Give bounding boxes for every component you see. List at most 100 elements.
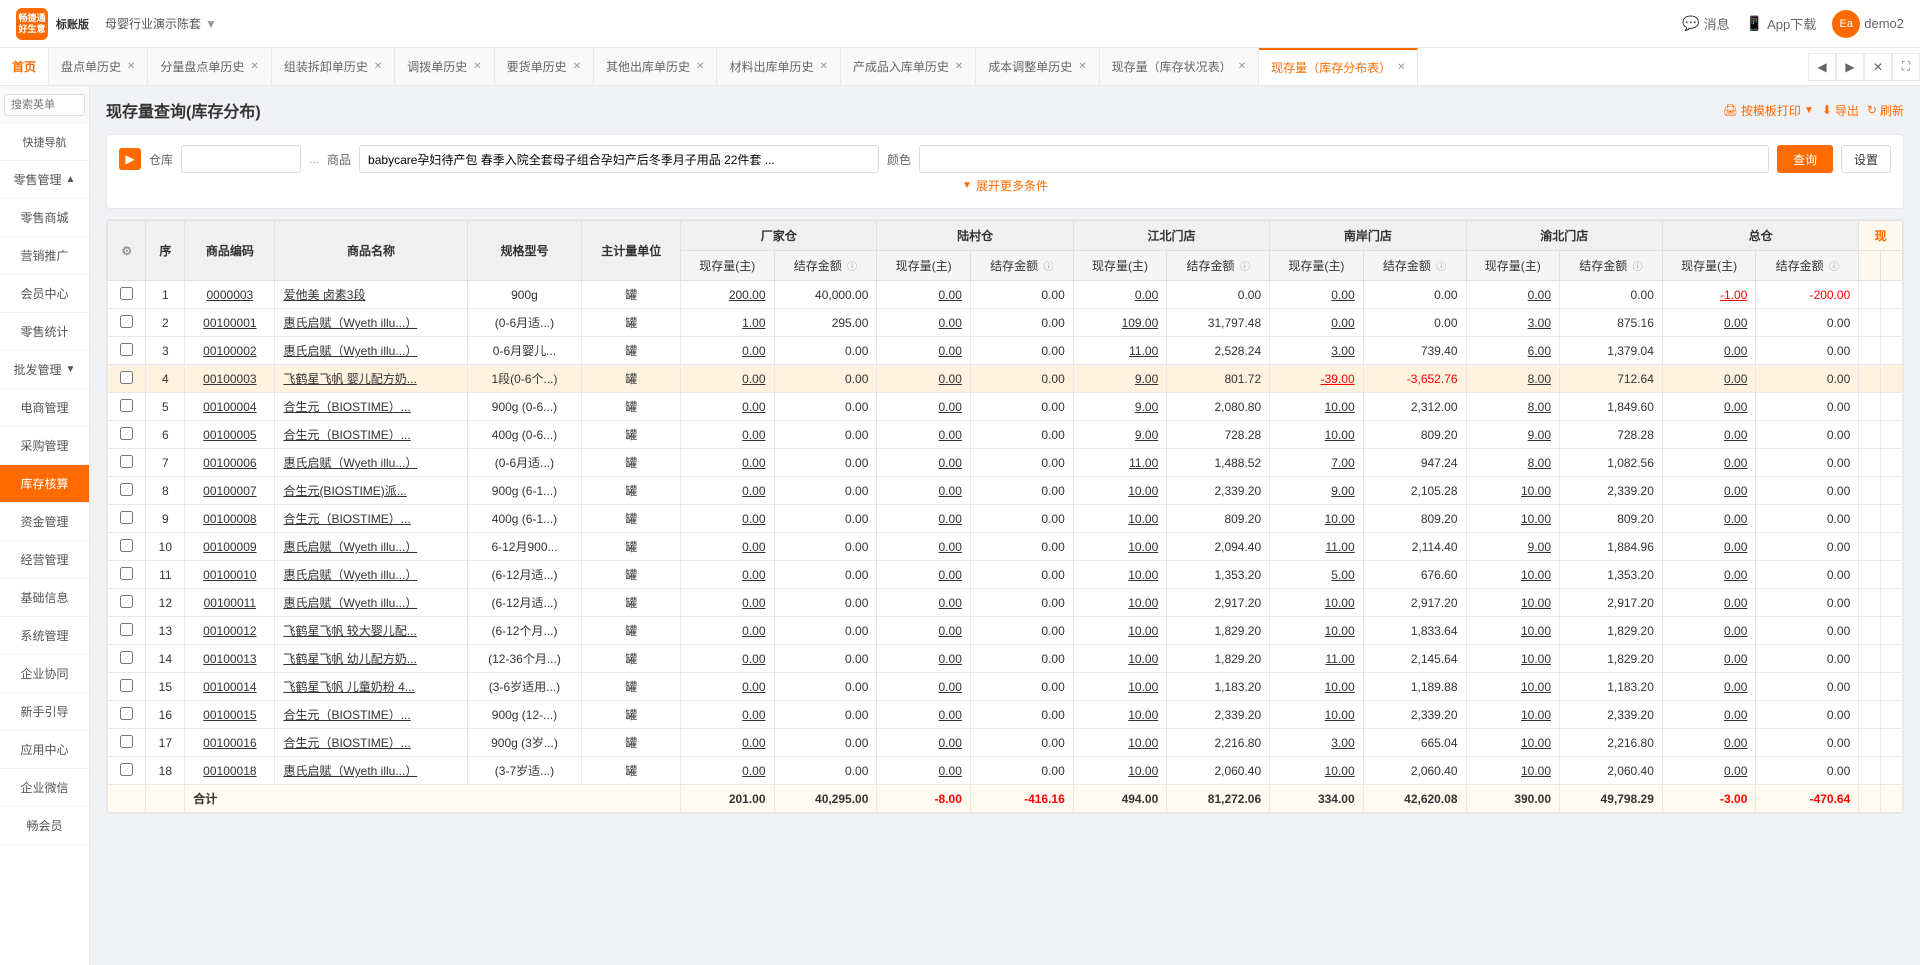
row-w5-qty[interactable]: 9.00 <box>1466 421 1559 449</box>
sidebar-item-corp[interactable]: 企业协同 <box>0 655 89 693</box>
row-w4-qty[interactable]: 10.00 <box>1270 617 1363 645</box>
row-w3-qty[interactable]: 9.00 <box>1073 421 1166 449</box>
tab-home[interactable]: 首页 <box>0 48 49 86</box>
sidebar-item-wholesale-mgmt[interactable]: 批发管理 ▼ <box>0 351 89 389</box>
row-w4-qty[interactable]: 11.00 <box>1270 533 1363 561</box>
sidebar-item-ecom[interactable]: 电商管理 <box>0 389 89 427</box>
row-name[interactable]: 爱他美 卤素3段 <box>275 281 467 309</box>
row-name[interactable]: 合生元（BIOSTIME）... <box>275 421 467 449</box>
row-name[interactable]: 合生元（BIOSTIME）... <box>275 505 467 533</box>
row-w2-qty[interactable]: 0.00 <box>877 477 970 505</box>
row-wt-qty[interactable]: 0.00 <box>1662 337 1755 365</box>
row-w5-qty[interactable]: 10.00 <box>1466 477 1559 505</box>
row-w1-qty[interactable]: 0.00 <box>681 505 774 533</box>
row-w2-qty[interactable]: 0.00 <box>877 589 970 617</box>
row-name[interactable]: 飞鹤星飞帆 幼儿配方奶... <box>275 645 467 673</box>
tab-stock-status[interactable]: 现存量（库存状况表） ✕ <box>1100 48 1259 86</box>
row-wt-qty[interactable]: 0.00 <box>1662 393 1755 421</box>
row-w3-qty[interactable]: 10.00 <box>1073 477 1166 505</box>
row-w1-qty[interactable]: 0.00 <box>681 701 774 729</box>
sidebar-item-corpwx[interactable]: 企业微信 <box>0 769 89 807</box>
row-w3-qty[interactable]: 10.00 <box>1073 505 1166 533</box>
tab-disc-hist[interactable]: 盘点单历史 ✕ <box>49 48 148 86</box>
row-wt-qty[interactable]: 0.00 <box>1662 365 1755 393</box>
tab-order-hist-close[interactable]: ✕ <box>573 61 581 72</box>
row-wt-qty[interactable]: 0.00 <box>1662 645 1755 673</box>
row-w3-qty[interactable]: 10.00 <box>1073 729 1166 757</box>
row-w5-qty[interactable]: 3.00 <box>1466 309 1559 337</box>
row-name[interactable]: 合生元（BIOSTIME）... <box>275 729 467 757</box>
row-w3-qty[interactable]: 10.00 <box>1073 617 1166 645</box>
sidebar-item-retail-mgmt[interactable]: 零售管理 ▲ <box>0 161 89 199</box>
row-w2-qty[interactable]: 0.00 <box>877 393 970 421</box>
tab-prev-btn[interactable]: ◀ <box>1808 53 1836 81</box>
row-w2-qty[interactable]: 0.00 <box>877 449 970 477</box>
row-checkbox[interactable] <box>108 449 146 477</box>
row-w2-qty[interactable]: 0.00 <box>877 505 970 533</box>
row-code[interactable]: 00100003 <box>185 365 275 393</box>
row-name[interactable]: 飞鹤星飞帆 儿童奶粉 4... <box>275 673 467 701</box>
row-w2-qty[interactable]: 0.00 <box>877 309 970 337</box>
row-checkbox[interactable] <box>108 533 146 561</box>
row-checkbox[interactable] <box>108 729 146 757</box>
row-code[interactable]: 00100004 <box>185 393 275 421</box>
tab-stock-dist-close[interactable]: ✕ <box>1397 62 1405 73</box>
sidebar-item-retail-store[interactable]: 零售商城 <box>0 199 89 237</box>
row-checkbox[interactable] <box>108 757 146 785</box>
messages-btn[interactable]: 💬 消息 <box>1682 14 1729 33</box>
row-w5-qty[interactable]: 0.00 <box>1466 281 1559 309</box>
row-code[interactable]: 00100010 <box>185 561 275 589</box>
row-name[interactable]: 惠氏启赋（Wyeth illu...） <box>275 449 467 477</box>
row-w2-qty[interactable]: 0.00 <box>877 561 970 589</box>
row-w5-qty[interactable]: 10.00 <box>1466 561 1559 589</box>
row-w3-qty[interactable]: 0.00 <box>1073 281 1166 309</box>
row-w4-qty[interactable]: 11.00 <box>1270 645 1363 673</box>
sidebar-item-retail-stats[interactable]: 零售统计 <box>0 313 89 351</box>
row-w1-qty[interactable]: 0.00 <box>681 589 774 617</box>
row-w5-qty[interactable]: 8.00 <box>1466 393 1559 421</box>
row-code[interactable]: 00100013 <box>185 645 275 673</box>
row-checkbox[interactable] <box>108 505 146 533</box>
row-checkbox[interactable] <box>108 673 146 701</box>
row-w2-qty[interactable]: 0.00 <box>877 757 970 785</box>
product-input[interactable] <box>359 145 879 173</box>
row-w5-qty[interactable]: 10.00 <box>1466 757 1559 785</box>
export-btn[interactable]: ⬇ 导出 <box>1822 102 1859 119</box>
search-input[interactable] <box>4 94 85 116</box>
row-w2-qty[interactable]: 0.00 <box>877 421 970 449</box>
tab-mat-out[interactable]: 材料出库单历史 ✕ <box>717 48 840 86</box>
row-w2-qty[interactable]: 0.00 <box>877 701 970 729</box>
row-wt-qty[interactable]: 0.00 <box>1662 533 1755 561</box>
color-input[interactable] <box>919 145 1769 173</box>
tab-prod-in[interactable]: 产成品入库单历史 ✕ <box>841 48 976 86</box>
row-w2-qty[interactable]: 0.00 <box>877 673 970 701</box>
row-checkbox[interactable] <box>108 337 146 365</box>
row-name[interactable]: 合生元(BIOSTIME)派... <box>275 477 467 505</box>
row-w3-qty[interactable]: 9.00 <box>1073 393 1166 421</box>
row-w3-qty[interactable]: 10.00 <box>1073 589 1166 617</box>
row-w1-qty[interactable]: 0.00 <box>681 365 774 393</box>
tab-cost-adj[interactable]: 成本调整单历史 ✕ <box>976 48 1099 86</box>
sidebar-item-ops[interactable]: 经营管理 <box>0 541 89 579</box>
row-code[interactable]: 00100001 <box>185 309 275 337</box>
tab-stock-status-close[interactable]: ✕ <box>1238 61 1246 72</box>
tab-trans-hist[interactable]: 调拨单历史 ✕ <box>395 48 494 86</box>
row-wt-qty[interactable]: 0.00 <box>1662 505 1755 533</box>
row-checkbox[interactable] <box>108 309 146 337</box>
row-w5-qty[interactable]: 9.00 <box>1466 533 1559 561</box>
row-w1-qty[interactable]: 200.00 <box>681 281 774 309</box>
row-code[interactable]: 00100006 <box>185 449 275 477</box>
row-w4-qty[interactable]: -39.00 <box>1270 365 1363 393</box>
row-wt-qty[interactable]: 0.00 <box>1662 729 1755 757</box>
sidebar-item-basic[interactable]: 基础信息 <box>0 579 89 617</box>
row-w4-qty[interactable]: 0.00 <box>1270 281 1363 309</box>
row-code[interactable]: 0000003 <box>185 281 275 309</box>
row-w1-qty[interactable]: 0.00 <box>681 561 774 589</box>
row-checkbox[interactable] <box>108 477 146 505</box>
expand-more-btn[interactable]: ▼ 展开更多条件 <box>119 173 1891 198</box>
settings-btn[interactable]: 设置 <box>1841 145 1891 173</box>
row-w3-qty[interactable]: 10.00 <box>1073 673 1166 701</box>
row-w1-qty[interactable]: 0.00 <box>681 421 774 449</box>
row-w2-qty[interactable]: 0.00 <box>877 365 970 393</box>
refresh-btn[interactable]: ↻ 刷新 <box>1867 102 1904 119</box>
